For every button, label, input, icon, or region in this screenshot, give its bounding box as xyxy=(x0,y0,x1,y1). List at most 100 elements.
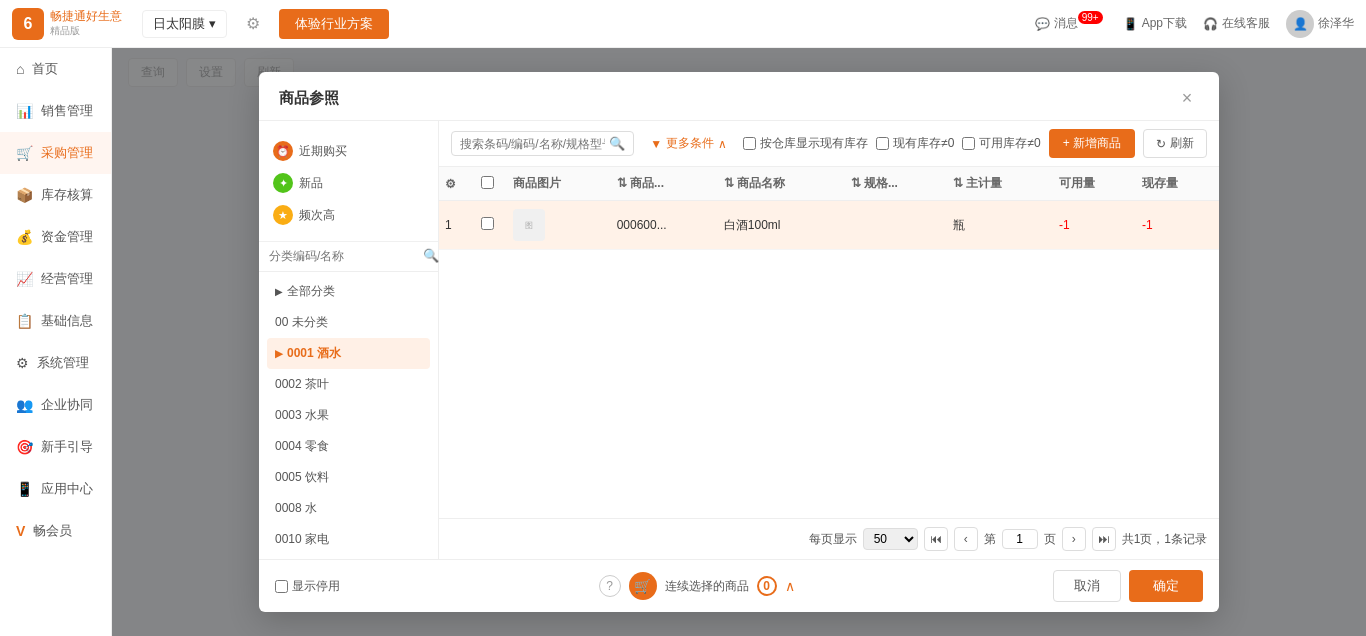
warehouse-filter[interactable]: 按仓库显示现有库存 xyxy=(743,135,868,152)
page-number-input[interactable] xyxy=(1002,529,1038,549)
cat-item-unclassified[interactable]: 00 未分类 xyxy=(267,307,430,338)
sidebar-item-home[interactable]: ⌂ 首页 xyxy=(0,48,111,90)
quick-filter-new[interactable]: ✦ 新品 xyxy=(269,167,428,199)
show-disabled-checkbox[interactable] xyxy=(275,580,288,593)
cat-item-appliance[interactable]: 0010 家电 xyxy=(267,524,430,549)
available-checkbox[interactable] xyxy=(876,137,889,150)
sort-icon: ⇅ xyxy=(724,176,734,190)
left-sidebar: ⌂ 首页 📊 销售管理 🛒 采购管理 📦 库存核算 💰 资金管理 📈 经营管理 … xyxy=(0,48,112,636)
online-service-btn[interactable]: 🎧 在线客服 xyxy=(1203,15,1270,32)
guide-icon: 🎯 xyxy=(16,439,33,455)
usable-checkbox[interactable] xyxy=(962,137,975,150)
sidebar-item-finance[interactable]: 💰 资金管理 xyxy=(0,216,111,258)
content-area: 查询 设置 刷新 商品参照 × xyxy=(112,48,1366,636)
chevron-down-icon: ▾ xyxy=(209,16,216,31)
sidebar-item-enterprise[interactable]: 👥 企业协同 xyxy=(0,384,111,426)
quick-filter-recent[interactable]: ⏰ 近期购买 xyxy=(269,135,428,167)
warehouse-checkbox[interactable] xyxy=(743,137,756,150)
per-page-label: 每页显示 xyxy=(809,531,857,548)
settings-icon[interactable]: ⚙ xyxy=(445,177,456,191)
usable-filter[interactable]: 可用库存≠0 xyxy=(962,135,1040,152)
refresh-btn[interactable]: ↻ 刷新 xyxy=(1143,129,1207,158)
sidebar-item-system[interactable]: ⚙ 系统管理 xyxy=(0,342,111,384)
quick-filter-freq[interactable]: ★ 频次高 xyxy=(269,199,428,231)
cell-image: 图 xyxy=(507,201,611,250)
cat-item-snack[interactable]: 0004 零食 xyxy=(267,431,430,462)
table-row[interactable]: 1 图 xyxy=(439,201,1219,250)
cat-item-fruit[interactable]: 0003 水果 xyxy=(267,400,430,431)
sidebar-item-label: 新手引导 xyxy=(41,438,93,456)
add-product-btn[interactable]: + 新增商品 xyxy=(1049,129,1135,158)
sidebar-item-guide[interactable]: 🎯 新手引导 xyxy=(0,426,111,468)
sidebar-item-label: 畅会员 xyxy=(33,522,72,540)
th-spec: ⇅ 规格... xyxy=(845,167,948,201)
refresh-icon: ↻ xyxy=(1156,137,1166,151)
user-profile[interactable]: 👤 徐泽华 xyxy=(1286,10,1354,38)
purchase-icon: 🛒 xyxy=(16,145,33,161)
expand-arrow: ▶ xyxy=(275,348,283,359)
th-stock: 现存量 xyxy=(1136,167,1219,201)
collapse-btn[interactable]: ∧ xyxy=(785,578,795,594)
freq-icon: ★ xyxy=(273,205,293,225)
search-icon[interactable]: 🔍 xyxy=(609,136,625,151)
cat-label: 0005 饮料 xyxy=(275,469,329,486)
sidebar-item-label: 基础信息 xyxy=(41,312,93,330)
available-filter[interactable]: 现有库存≠0 xyxy=(876,135,954,152)
cat-item-water[interactable]: 0008 水 xyxy=(267,493,430,524)
avatar: 👤 xyxy=(1286,10,1314,38)
main-layout: ⌂ 首页 📊 销售管理 🛒 采购管理 📦 库存核算 💰 资金管理 📈 经营管理 … xyxy=(0,48,1366,636)
row-checkbox[interactable] xyxy=(481,217,494,230)
category-search-input[interactable] xyxy=(269,249,419,263)
more-filter-btn[interactable]: ▼ 更多条件 ∧ xyxy=(642,131,735,156)
cat-item-beverage[interactable]: 0005 饮料 xyxy=(267,462,430,493)
cell-available: -1 xyxy=(1053,201,1136,250)
product-search-input[interactable] xyxy=(460,137,605,151)
modal-overlay: 商品参照 × ⏰ 近期购买 ✦ xyxy=(112,48,1366,636)
sidebar-item-management[interactable]: 📈 经营管理 xyxy=(0,258,111,300)
sidebar-item-label: 系统管理 xyxy=(37,354,89,372)
sidebar-item-purchase[interactable]: 🛒 采购管理 xyxy=(0,132,111,174)
per-page-select[interactable]: 50 10 20 100 xyxy=(863,528,918,550)
cat-label: 0008 水 xyxy=(275,500,317,517)
cart-icon[interactable]: 🛒 xyxy=(629,572,657,600)
freq-label: 频次高 xyxy=(299,207,335,224)
store-selector[interactable]: 日太阳膜 ▾ xyxy=(142,10,227,38)
category-panel: ⏰ 近期购买 ✦ 新品 ★ 频次高 xyxy=(259,121,439,559)
cat-label: 0010 家电 xyxy=(275,531,329,548)
th-name: ⇅ 商品名称 xyxy=(718,167,845,201)
help-icon[interactable]: ? xyxy=(599,575,621,597)
top-nav: 6 畅捷通好生意 精品版 日太阳膜 ▾ ⚙ 体验行业方案 💬 消息 99+ 📱 … xyxy=(0,0,1366,48)
management-icon: 📈 xyxy=(16,271,33,287)
modal-title: 商品参照 xyxy=(279,89,339,108)
cat-item-tea[interactable]: 0002 茶叶 xyxy=(267,369,430,400)
show-disabled-label[interactable]: 显示停用 xyxy=(275,578,340,595)
app-download-btn[interactable]: 📱 App下载 xyxy=(1123,15,1187,32)
sidebar-item-label: 应用中心 xyxy=(41,480,93,498)
product-table: ⚙ 商品图片 xyxy=(439,167,1219,518)
select-all-checkbox[interactable] xyxy=(481,176,494,189)
table-body: 1 图 xyxy=(439,201,1219,250)
sidebar-item-sales[interactable]: 📊 销售管理 xyxy=(0,90,111,132)
category-search-icon[interactable]: 🔍 xyxy=(423,248,439,263)
sidebar-item-member[interactable]: V 畅会员 xyxy=(0,510,111,552)
next-page-btn[interactable]: › xyxy=(1062,527,1086,551)
sidebar-item-basic-info[interactable]: 📋 基础信息 xyxy=(0,300,111,342)
prev-page-btn[interactable]: ‹ xyxy=(954,527,978,551)
modal-close-button[interactable]: × xyxy=(1175,86,1199,110)
settings-icon[interactable]: ⚙ xyxy=(237,8,269,40)
cancel-button[interactable]: 取消 xyxy=(1053,570,1121,602)
last-page-btn[interactable]: ⏭ xyxy=(1092,527,1116,551)
sidebar-item-label: 资金管理 xyxy=(41,228,93,246)
total-info: 共1页，1条记录 xyxy=(1122,531,1207,548)
cat-item-all[interactable]: ▶ 全部分类 xyxy=(267,276,430,307)
sidebar-item-inventory[interactable]: 📦 库存核算 xyxy=(0,174,111,216)
sidebar-item-label: 经营管理 xyxy=(41,270,93,288)
cat-item-liquor[interactable]: ▶ 0001 酒水 xyxy=(267,338,430,369)
sidebar-item-app-center[interactable]: 📱 应用中心 xyxy=(0,468,111,510)
first-page-btn[interactable]: ⏮ xyxy=(924,527,948,551)
logo-text: 畅捷通好生意 xyxy=(50,9,122,23)
confirm-button[interactable]: 确定 xyxy=(1129,570,1203,602)
message-btn[interactable]: 💬 消息 99+ xyxy=(1035,15,1107,32)
cell-unit: 瓶 xyxy=(947,201,1053,250)
experience-btn[interactable]: 体验行业方案 xyxy=(279,9,389,39)
